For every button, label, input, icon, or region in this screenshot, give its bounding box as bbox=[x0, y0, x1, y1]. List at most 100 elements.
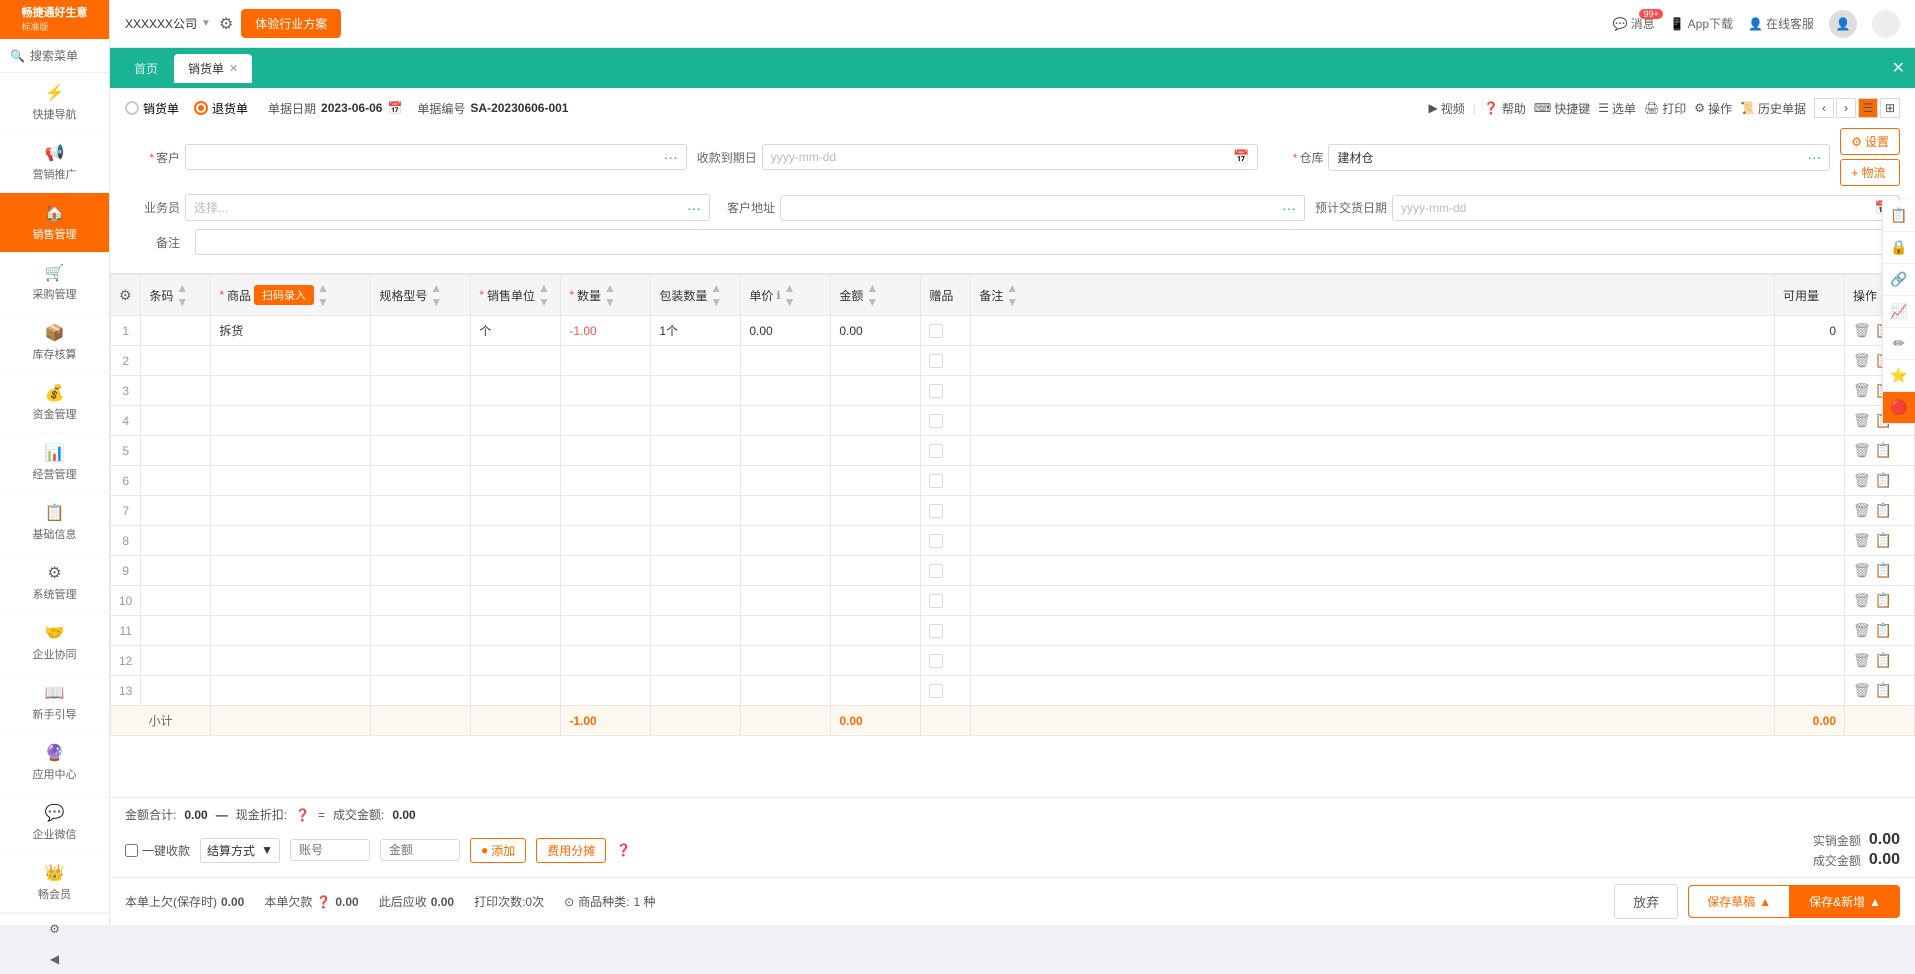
cell-product-11[interactable] bbox=[211, 616, 371, 646]
toolbar-video[interactable]: ▶ 视频 bbox=[1429, 100, 1465, 117]
delete-row-5[interactable]: 🗑 bbox=[1853, 442, 1871, 459]
cell-barcode-12[interactable] bbox=[141, 646, 211, 676]
cell-price-4[interactable] bbox=[741, 406, 831, 436]
scan-btn[interactable]: 扫码录入 bbox=[254, 285, 314, 305]
abandon-button[interactable]: 放弃 bbox=[1614, 884, 1678, 919]
rt-item-2[interactable]: 🔒 bbox=[1883, 232, 1915, 264]
cell-barcode-7[interactable] bbox=[141, 496, 211, 526]
add-payment-button[interactable]: ● 添加 bbox=[470, 838, 526, 863]
cell-unit-1[interactable]: 个 bbox=[471, 316, 561, 346]
cell-spec-12[interactable] bbox=[371, 646, 471, 676]
own-bill2-help[interactable]: ❓ bbox=[316, 895, 331, 909]
cell-gift-7[interactable] bbox=[921, 496, 971, 526]
cell-spec-10[interactable] bbox=[371, 586, 471, 616]
gift-checkbox-11[interactable] bbox=[929, 624, 943, 638]
cell-barcode-6[interactable] bbox=[141, 466, 211, 496]
sidebar-item-apps[interactable]: 🔮应用中心 bbox=[0, 733, 109, 793]
delete-row-13[interactable]: 🗑 bbox=[1853, 682, 1871, 699]
header-settings-icon[interactable]: ⚙ bbox=[219, 14, 233, 34]
cell-remark-13[interactable] bbox=[971, 676, 1775, 706]
cell-pkgqty-7[interactable] bbox=[651, 496, 741, 526]
cell-product-6[interactable] bbox=[211, 466, 371, 496]
cell-qty-7[interactable] bbox=[561, 496, 651, 526]
th-gear[interactable]: ⚙ bbox=[111, 275, 141, 316]
fee-split-button[interactable]: 费用分摊 bbox=[536, 838, 606, 863]
delete-row-8[interactable]: 🗑 bbox=[1853, 532, 1871, 549]
warehouse-input[interactable]: 建材仓 ··· bbox=[1328, 144, 1830, 171]
cell-gift-4[interactable] bbox=[921, 406, 971, 436]
copy-row-6[interactable]: 📋 bbox=[1875, 472, 1892, 489]
cell-pkgqty-13[interactable] bbox=[651, 676, 741, 706]
cell-gift-6[interactable] bbox=[921, 466, 971, 496]
barcode-sort[interactable]: ▲▼ bbox=[176, 281, 188, 309]
cell-product-13[interactable] bbox=[211, 676, 371, 706]
cell-pkgqty-2[interactable] bbox=[651, 346, 741, 376]
toolbar-history[interactable]: 📜 历史单据 bbox=[1740, 100, 1806, 117]
cell-price-1[interactable]: 0.00 bbox=[741, 316, 831, 346]
cell-price-11[interactable] bbox=[741, 616, 831, 646]
cell-amount-1[interactable]: 0.00 bbox=[831, 316, 921, 346]
sidebar-item-guide[interactable]: 📖新手引导 bbox=[0, 673, 109, 733]
unit-sort[interactable]: ▲▼ bbox=[538, 281, 550, 309]
delete-row-3[interactable]: 🗑 bbox=[1853, 382, 1871, 399]
delete-row-11[interactable]: 🗑 bbox=[1853, 622, 1871, 639]
cell-barcode-3[interactable] bbox=[141, 376, 211, 406]
rt-item-4[interactable]: 📈 bbox=[1883, 296, 1915, 328]
toolbar-select[interactable]: ☰ 选单 bbox=[1598, 100, 1636, 117]
remark-sort[interactable]: ▲▼ bbox=[1006, 281, 1018, 309]
rt-item-1[interactable]: 📋 bbox=[1883, 200, 1915, 232]
cell-price-7[interactable] bbox=[741, 496, 831, 526]
delete-row-7[interactable]: 🗑 bbox=[1853, 502, 1871, 519]
cell-price-5[interactable] bbox=[741, 436, 831, 466]
cell-unit-10[interactable] bbox=[471, 586, 561, 616]
try-button[interactable]: 体验行业方案 bbox=[241, 9, 341, 38]
sidebar-item-quick-nav[interactable]: ⚡快捷导航 bbox=[0, 73, 109, 133]
cell-remark-2[interactable] bbox=[971, 346, 1775, 376]
sidebar-settings[interactable]: ⚙ bbox=[0, 914, 109, 944]
cell-pkgqty-3[interactable] bbox=[651, 376, 741, 406]
cell-barcode-4[interactable] bbox=[141, 406, 211, 436]
cell-spec-3[interactable] bbox=[371, 376, 471, 406]
cell-unit-4[interactable] bbox=[471, 406, 561, 436]
user-avatar2[interactable] bbox=[1872, 10, 1900, 38]
cell-unit-5[interactable] bbox=[471, 436, 561, 466]
product-sort[interactable]: ▲▼ bbox=[317, 281, 329, 309]
payment-method-select[interactable]: 结算方式 ▼ bbox=[200, 838, 280, 863]
cell-qty-12[interactable] bbox=[561, 646, 651, 676]
copy-row-13[interactable]: 📋 bbox=[1875, 682, 1892, 699]
cell-unit-3[interactable] bbox=[471, 376, 561, 406]
cell-qty-8[interactable] bbox=[561, 526, 651, 556]
copy-row-10[interactable]: 📋 bbox=[1875, 592, 1892, 609]
cell-pkgqty-10[interactable] bbox=[651, 586, 741, 616]
cell-unit-6[interactable] bbox=[471, 466, 561, 496]
cell-pkgqty-11[interactable] bbox=[651, 616, 741, 646]
sidebar-item-operations[interactable]: 📊经营管理 bbox=[0, 433, 109, 493]
tab-close-icon[interactable]: ✕ bbox=[229, 62, 238, 75]
cell-price-12[interactable] bbox=[741, 646, 831, 676]
amount-sort[interactable]: ▲▼ bbox=[866, 281, 878, 309]
delete-row-12[interactable]: 🗑 bbox=[1853, 652, 1871, 669]
gift-checkbox-8[interactable] bbox=[929, 534, 943, 548]
cell-remark-4[interactable] bbox=[971, 406, 1775, 436]
cell-amount-7[interactable] bbox=[831, 496, 921, 526]
cell-spec-8[interactable] bbox=[371, 526, 471, 556]
cell-qty-13[interactable] bbox=[561, 676, 651, 706]
delete-row-6[interactable]: 🗑 bbox=[1853, 472, 1871, 489]
sidebar-item-sales[interactable]: 🏠销售管理 bbox=[0, 193, 109, 253]
product-kinds-checkbox[interactable]: ⊙ bbox=[564, 895, 574, 909]
tab-bar-close-icon[interactable]: ✕ bbox=[1892, 58, 1905, 78]
date-picker-icon[interactable]: 📅 bbox=[387, 101, 402, 115]
delete-row-4[interactable]: 🗑 bbox=[1853, 412, 1871, 429]
cell-pkgqty-12[interactable] bbox=[651, 646, 741, 676]
gift-checkbox-10[interactable] bbox=[929, 594, 943, 608]
cell-unit-11[interactable] bbox=[471, 616, 561, 646]
cell-pkgqty-5[interactable] bbox=[651, 436, 741, 466]
cell-amount-11[interactable] bbox=[831, 616, 921, 646]
cell-qty-10[interactable] bbox=[561, 586, 651, 616]
fee-help-icon[interactable]: ❓ bbox=[616, 843, 631, 857]
cell-barcode-9[interactable] bbox=[141, 556, 211, 586]
cell-product-10[interactable] bbox=[211, 586, 371, 616]
cell-remark-5[interactable] bbox=[971, 436, 1775, 466]
gift-checkbox-5[interactable] bbox=[929, 444, 943, 458]
copy-row-11[interactable]: 📋 bbox=[1875, 622, 1892, 639]
